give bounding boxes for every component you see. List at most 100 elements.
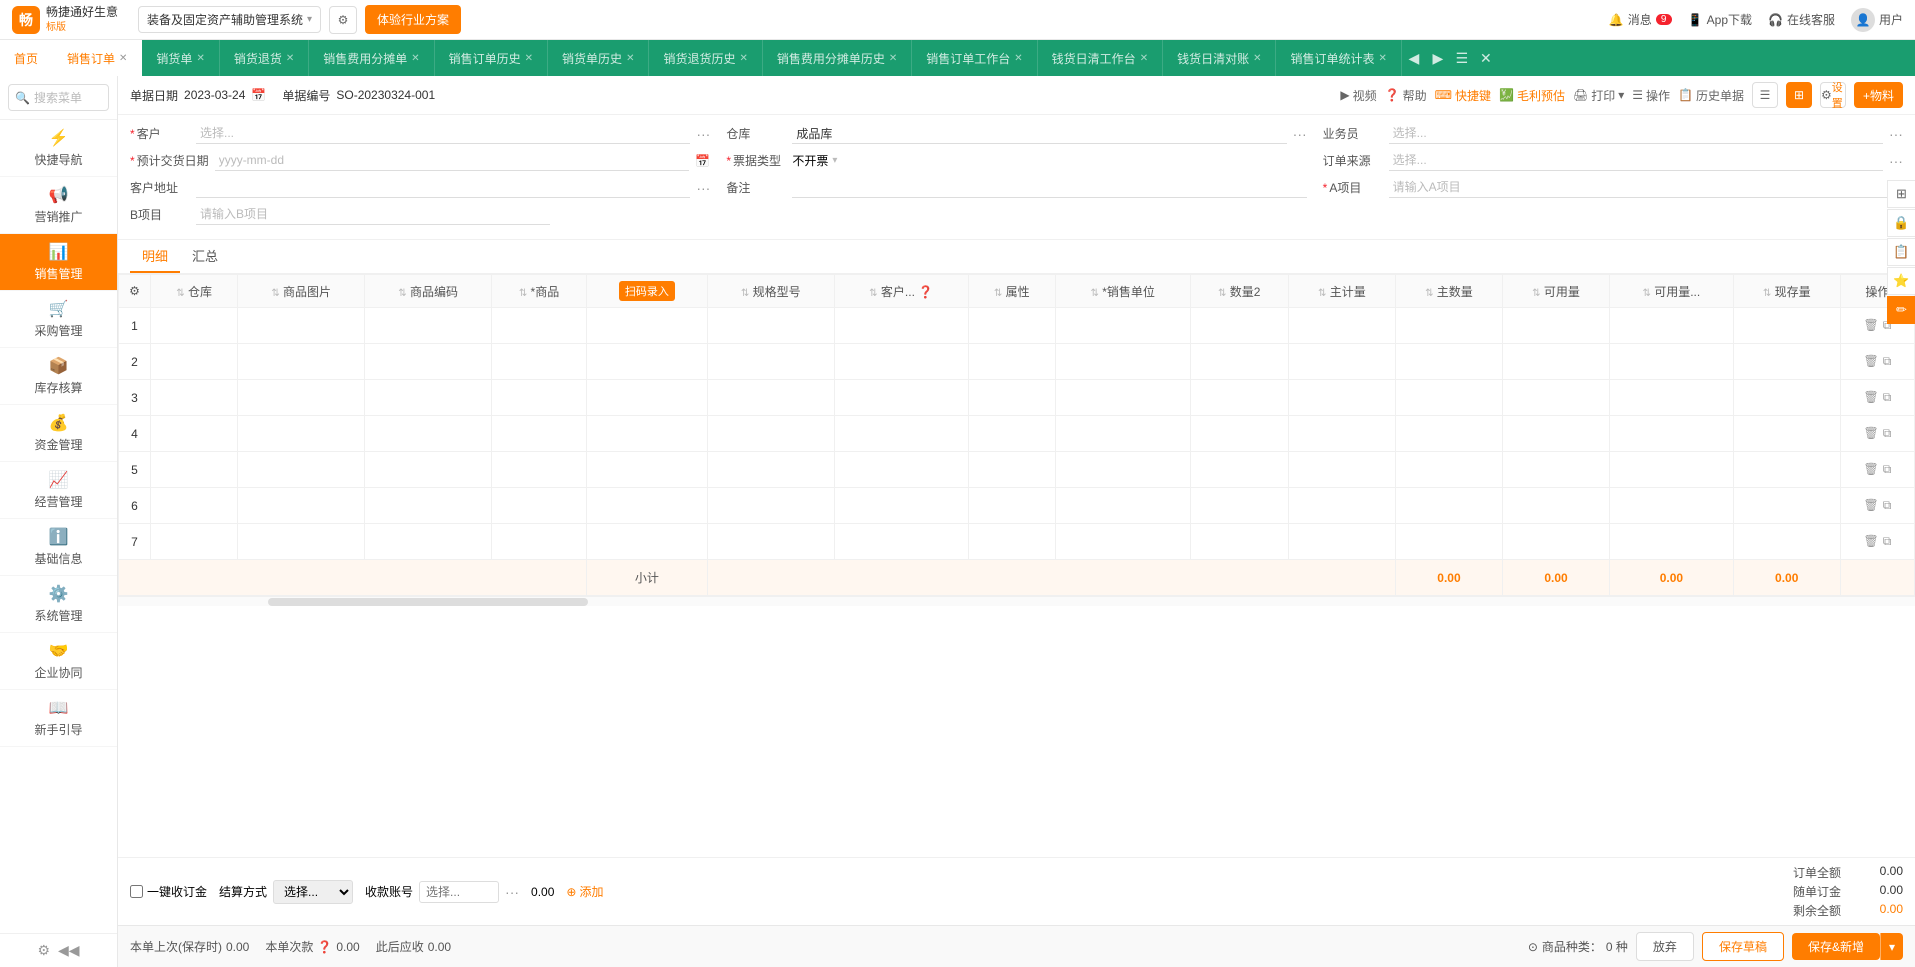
right-float-btn-1[interactable]: ⊞ bbox=[1887, 180, 1915, 208]
right-float-btn-5[interactable]: ✏ bbox=[1887, 296, 1915, 324]
order-source-more-icon[interactable]: ··· bbox=[1889, 153, 1903, 169]
row-delete-icon[interactable]: 🗑 bbox=[1863, 498, 1878, 513]
tab-order-stats[interactable]: 销售订单统计表 ✕ bbox=[1276, 40, 1401, 76]
sidebar-item-basic-info[interactable]: ℹ️ 基础信息 bbox=[0, 519, 117, 576]
calendar-icon[interactable]: 📅 bbox=[251, 88, 266, 102]
save-draft-button[interactable]: 保存草稿 bbox=[1702, 932, 1784, 961]
profit-button[interactable]: 💹 毛利预估 bbox=[1499, 87, 1565, 104]
system-selector[interactable]: 装备及固定资产辅助管理系统 ▾ bbox=[138, 6, 321, 33]
quick-deposit-checkbox[interactable] bbox=[130, 885, 143, 898]
tab-order-workbench[interactable]: 销售订单工作台 ✕ bbox=[912, 40, 1037, 76]
order-source-input[interactable] bbox=[1389, 150, 1883, 171]
app-download-link[interactable]: 📱 App下载 bbox=[1688, 11, 1752, 28]
tab-close-icon[interactable]: ✕ bbox=[119, 53, 127, 64]
row-delete-icon[interactable]: 🗑 bbox=[1863, 462, 1878, 477]
tab-close-icon[interactable]: ✕ bbox=[739, 53, 747, 64]
salesperson-more-icon[interactable]: ··· bbox=[1889, 126, 1903, 142]
print-button[interactable]: 🖨 打印 ▾ bbox=[1573, 87, 1624, 104]
delivery-date-calendar-icon[interactable]: 📅 bbox=[695, 154, 710, 168]
row-copy-icon[interactable]: ⧉ bbox=[1883, 498, 1892, 513]
help-button[interactable]: ❓ 帮助 bbox=[1385, 87, 1427, 104]
sidebar-item-operations[interactable]: 📈 经营管理 bbox=[0, 462, 117, 519]
online-service-link[interactable]: 🎧 在线客服 bbox=[1768, 11, 1835, 28]
tab-close-icon[interactable]: ✕ bbox=[411, 53, 419, 64]
tab-close-icon[interactable]: ✕ bbox=[525, 53, 533, 64]
sidebar-item-sales[interactable]: 📊 销售管理 bbox=[0, 234, 117, 291]
row-delete-icon[interactable]: 🗑 bbox=[1863, 426, 1878, 441]
tab-close-icon[interactable]: ✕ bbox=[889, 53, 897, 64]
sidebar-item-inventory[interactable]: 📦 库存核算 bbox=[0, 348, 117, 405]
save-new-dropdown-button[interactable]: ▾ bbox=[1880, 933, 1903, 960]
layout-list-button[interactable]: ☰ bbox=[1752, 82, 1778, 108]
gear-button[interactable]: ⚙ bbox=[329, 6, 357, 34]
sidebar-item-guide[interactable]: 📖 新手引导 bbox=[0, 690, 117, 747]
th-scan[interactable]: 扫码录入 bbox=[587, 275, 708, 308]
th-settings[interactable]: ⚙ bbox=[119, 275, 151, 308]
tab-close-icon[interactable]: ✕ bbox=[1379, 53, 1387, 64]
tab-daily-workbench[interactable]: 钱货日清工作台 ✕ bbox=[1038, 40, 1163, 76]
tab-daily-reconcile[interactable]: 钱货日清对账 ✕ bbox=[1163, 40, 1276, 76]
row-copy-icon[interactable]: ⧉ bbox=[1883, 534, 1892, 549]
tab-expense-history[interactable]: 销售费用分摊单历史 ✕ bbox=[763, 40, 912, 76]
tab-sales-expense[interactable]: 销售费用分摊单 ✕ bbox=[309, 40, 434, 76]
sidebar-item-enterprise[interactable]: 🤝 企业协同 bbox=[0, 633, 117, 690]
discard-button[interactable]: 放弃 bbox=[1636, 932, 1694, 961]
account-more-icon[interactable]: ··· bbox=[505, 884, 519, 900]
row-copy-icon[interactable]: ⧉ bbox=[1883, 462, 1892, 477]
scan-button[interactable]: 扫码录入 bbox=[619, 281, 675, 301]
row-copy-icon[interactable]: ⧉ bbox=[1883, 426, 1892, 441]
warehouse-input[interactable] bbox=[792, 123, 1286, 144]
tab-close-icon[interactable]: ✕ bbox=[1140, 53, 1148, 64]
view-video-button[interactable]: ▶ 视频 bbox=[1340, 87, 1376, 104]
sidebar-search-input[interactable]: 🔍 搜索菜单 bbox=[8, 84, 109, 111]
tab-sales-invoice[interactable]: 销货单 ✕ bbox=[142, 40, 219, 76]
row-delete-icon[interactable]: 🗑 bbox=[1863, 534, 1878, 549]
sidebar-collapse-icon[interactable]: ◀◀ bbox=[58, 942, 80, 959]
payment-method-select[interactable]: 选择... bbox=[273, 880, 353, 904]
tab-close-icon[interactable]: ✕ bbox=[626, 53, 634, 64]
row-copy-icon[interactable]: ⧉ bbox=[1883, 354, 1892, 369]
tab-close-icon[interactable]: ✕ bbox=[1014, 53, 1022, 64]
salesperson-input[interactable] bbox=[1389, 123, 1883, 144]
user-menu[interactable]: 👤 用户 bbox=[1851, 8, 1903, 32]
row-copy-icon[interactable]: ⧉ bbox=[1883, 390, 1892, 405]
right-float-btn-3[interactable]: 📋 bbox=[1887, 238, 1915, 266]
notes-input[interactable] bbox=[792, 177, 1306, 198]
customer-address-input[interactable] bbox=[196, 177, 690, 198]
settings-button[interactable]: ⚙ 设置 bbox=[1820, 82, 1846, 108]
row-delete-icon[interactable]: 🗑 bbox=[1863, 354, 1878, 369]
right-float-btn-4[interactable]: ⭐ bbox=[1887, 267, 1915, 295]
add-material-button[interactable]: +物料 bbox=[1854, 82, 1903, 108]
tab-close-icon[interactable]: ✕ bbox=[286, 53, 294, 64]
invoice-type-dropdown-icon[interactable]: ▾ bbox=[832, 155, 837, 166]
sidebar-settings-icon[interactable]: ⚙ bbox=[37, 942, 50, 959]
sidebar-item-purchase[interactable]: 🛒 采购管理 bbox=[0, 291, 117, 348]
industry-button[interactable]: 体验行业方案 bbox=[365, 5, 461, 34]
b-project-input[interactable] bbox=[196, 204, 550, 225]
tab-sales-return[interactable]: 销货退货 ✕ bbox=[220, 40, 309, 76]
tab-detail[interactable]: 明细 bbox=[130, 240, 180, 273]
account-input[interactable] bbox=[419, 881, 499, 903]
layout-grid-button[interactable]: ⊞ bbox=[1786, 82, 1812, 108]
row-delete-icon[interactable]: 🗑 bbox=[1863, 390, 1878, 405]
save-new-button[interactable]: 保存&新增 bbox=[1792, 933, 1880, 960]
tab-summary[interactable]: 汇总 bbox=[180, 240, 230, 273]
sidebar-item-system[interactable]: ⚙️ 系统管理 bbox=[0, 576, 117, 633]
tab-home[interactable]: 首页 bbox=[0, 40, 53, 76]
customer-address-more-icon[interactable]: ··· bbox=[696, 180, 710, 196]
operation-button[interactable]: ☰ 操作 bbox=[1632, 87, 1670, 104]
tab-return-history[interactable]: 销货退货历史 ✕ bbox=[649, 40, 762, 76]
add-payment-button[interactable]: ⊕ 添加 bbox=[566, 883, 603, 900]
tab-sales-order[interactable]: 销售订单 ✕ bbox=[53, 40, 142, 76]
sidebar-item-marketing[interactable]: 📢 营销推广 bbox=[0, 177, 117, 234]
tab-close-all-button[interactable]: ✕ bbox=[1474, 40, 1498, 76]
tab-menu-button[interactable]: ☰ bbox=[1450, 40, 1474, 76]
a-project-input[interactable] bbox=[1389, 177, 1903, 198]
tab-close-icon[interactable]: ✕ bbox=[1253, 53, 1261, 64]
notification-bell[interactable]: 🔔 消息 9 bbox=[1609, 11, 1672, 28]
tab-prev-button[interactable]: ◀ bbox=[1402, 40, 1426, 76]
delivery-date-input[interactable] bbox=[215, 150, 690, 171]
tab-close-icon[interactable]: ✕ bbox=[196, 53, 204, 64]
tab-invoice-history[interactable]: 销货单历史 ✕ bbox=[548, 40, 649, 76]
sidebar-item-finance[interactable]: 💰 资金管理 bbox=[0, 405, 117, 462]
